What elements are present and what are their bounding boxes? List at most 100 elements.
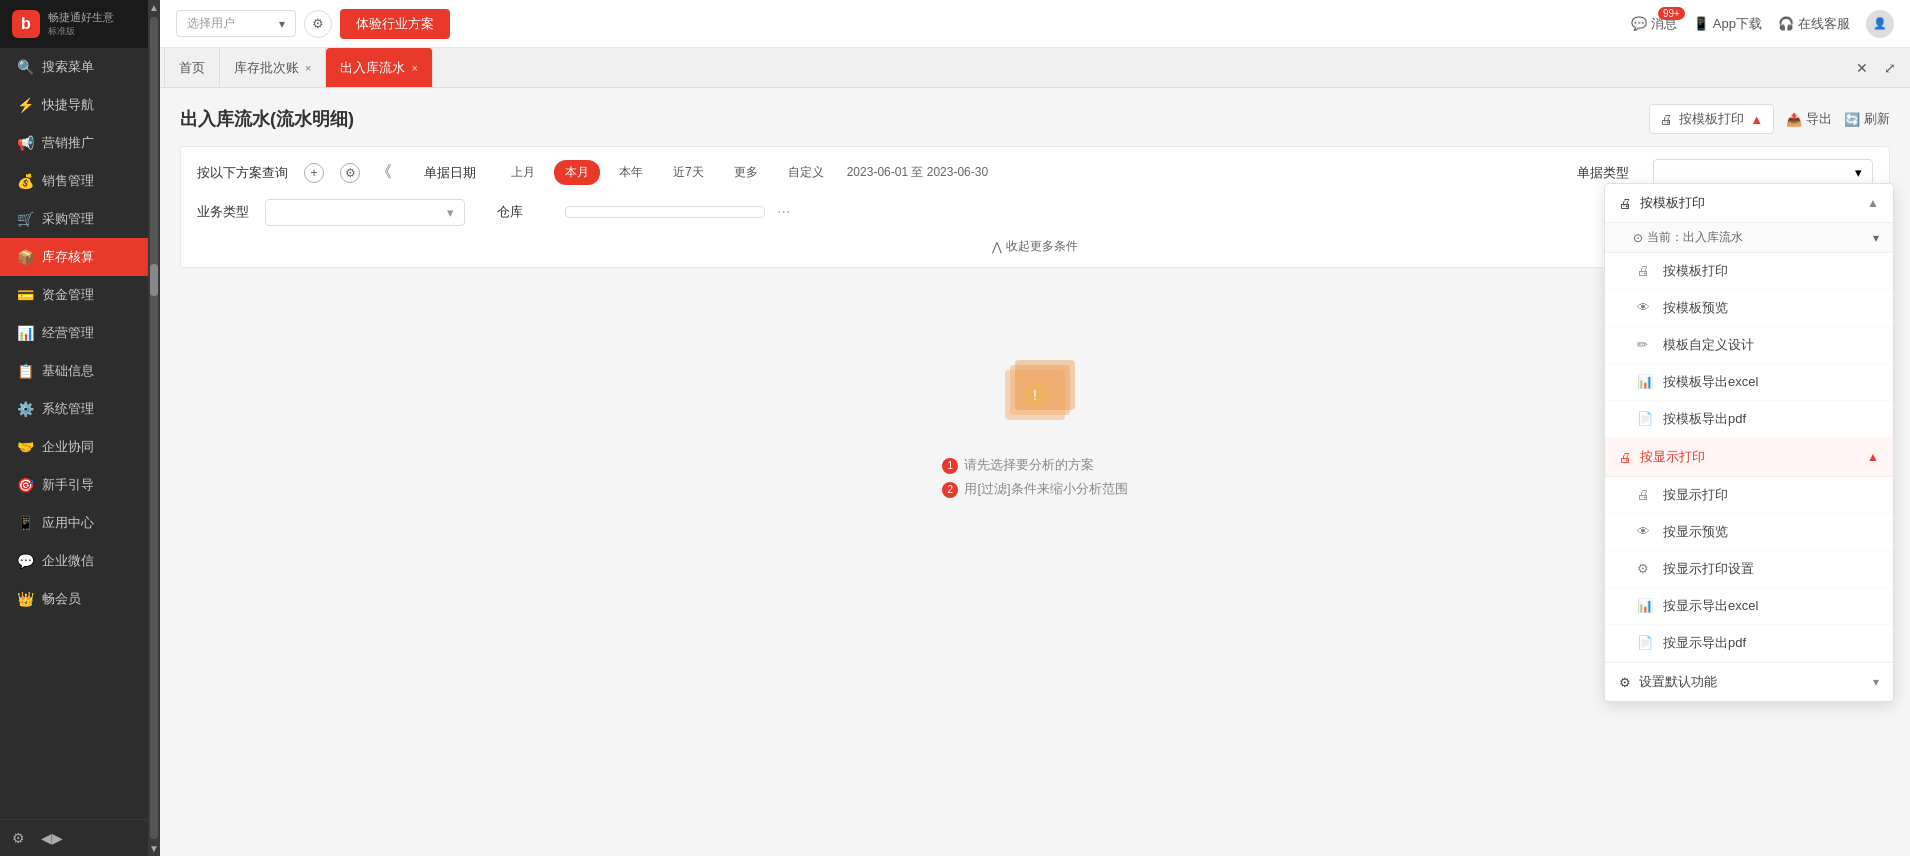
sidebar-item-cooperation[interactable]: 🤝 企业协同: [0, 428, 148, 466]
user-selector[interactable]: 选择用户 ▾: [176, 10, 296, 37]
sidebar-item-search[interactable]: 🔍 搜索菜单: [0, 48, 148, 86]
doc-type-selector[interactable]: ▾: [1653, 159, 1873, 186]
sidebar-item-quick-nav[interactable]: ⚡ 快捷导航: [0, 86, 148, 124]
display-print-section-header[interactable]: 🖨 按显示打印 ▲: [1605, 438, 1893, 477]
topbar-gear-button[interactable]: ⚙: [304, 10, 332, 38]
sidebar-item-member[interactable]: 👑 畅会员: [0, 580, 148, 618]
sidebar-item-finance[interactable]: 💳 资金管理: [0, 276, 148, 314]
sidebar-item-apps[interactable]: 📱 应用中心: [0, 504, 148, 542]
export-icon: 📤: [1786, 112, 1802, 127]
quick-nav-icon: ⚡: [16, 97, 34, 113]
tab-batch-account-close[interactable]: ×: [305, 62, 311, 74]
empty-tip-2: 用[过滤]条件来缩小分析范围: [942, 480, 1127, 498]
tab-home[interactable]: 首页: [164, 48, 220, 87]
dropdown-display-export-pdf[interactable]: 📄 按显示导出pdf: [1605, 625, 1893, 662]
main-area: 选择用户 ▾ ⚙ 体验行业方案 💬 消息 99+ 📱 App下载 🎧 在线客服: [160, 0, 1910, 856]
filter-add-button[interactable]: +: [304, 163, 324, 183]
dropdown-set-default-button[interactable]: ⚙ 设置默认功能 ▾: [1605, 662, 1893, 701]
inventory-icon: 📦: [16, 249, 34, 265]
sidebar-item-guide[interactable]: 🎯 新手引导: [0, 466, 148, 504]
filter-setting-button[interactable]: ⚙: [340, 163, 360, 183]
cooperation-icon: 🤝: [16, 439, 34, 455]
refresh-button[interactable]: 🔄 刷新: [1844, 110, 1890, 128]
gear-icon: ⚙: [312, 16, 324, 31]
date-year[interactable]: 本年: [608, 160, 654, 185]
sales-icon: 💰: [16, 173, 34, 189]
topbar-right: 💬 消息 99+ 📱 App下载 🎧 在线客服 👤: [1631, 10, 1894, 38]
sidebar-item-operation[interactable]: 📊 经营管理: [0, 314, 148, 352]
dropdown-display-export-excel[interactable]: 📊 按显示导出excel: [1605, 588, 1893, 625]
tab-in-out-flow[interactable]: 出入库流水 ×: [326, 48, 432, 87]
display-section-chevron: ▲: [1867, 450, 1879, 464]
tab-close-button[interactable]: ✕: [1850, 56, 1874, 80]
sidebar-item-sales[interactable]: 💰 销售管理: [0, 162, 148, 200]
sidebar-scrollbar[interactable]: ▲ ▼: [148, 0, 160, 856]
sidebar-item-marketing[interactable]: 📢 营销推广: [0, 124, 148, 162]
date-prev-month[interactable]: 上月: [500, 160, 546, 185]
date-cur-month[interactable]: 本月: [554, 160, 600, 185]
tabs-right-controls: ✕ ⤢: [1850, 48, 1906, 87]
current-dot: ⊙: [1633, 231, 1643, 245]
tab-in-out-flow-close[interactable]: ×: [411, 62, 417, 74]
warehouse-dots[interactable]: ···: [773, 203, 794, 221]
printer-icon: 🖨: [1660, 112, 1673, 127]
pdf-item-icon: 📄: [1637, 411, 1653, 427]
warehouse-selector[interactable]: [565, 206, 765, 218]
tab-batch-account[interactable]: 库存批次账 ×: [220, 48, 326, 87]
settings-bottom-icon[interactable]: ⚙: [12, 830, 25, 846]
scroll-thumb[interactable]: [150, 264, 158, 296]
app-download-button[interactable]: 📱 App下载: [1693, 15, 1762, 33]
set-default-icon: ⚙: [1619, 675, 1631, 690]
customer-service-button[interactable]: 🎧 在线客服: [1778, 15, 1850, 33]
dropdown-template-custom[interactable]: ✏ 模板自定义设计: [1605, 327, 1893, 364]
empty-icon: !: [985, 340, 1085, 440]
dropdown-display-print-settings[interactable]: ⚙ 按显示打印设置: [1605, 551, 1893, 588]
custom-item-icon: ✏: [1637, 337, 1653, 353]
sidebar-logo: b 畅捷通好生意 标准版: [0, 0, 148, 48]
biz-type-selector[interactable]: ▾: [265, 199, 465, 226]
date-more[interactable]: 更多: [723, 160, 769, 185]
export-button[interactable]: 📤 导出: [1786, 110, 1832, 128]
page-content: 出入库流水(流水明细) 🖨 按模板打印 ▲ 📤 导出 🔄 刷新: [160, 88, 1910, 856]
footer-chevron: ▾: [1873, 675, 1879, 689]
sidebar-item-system[interactable]: ⚙️ 系统管理: [0, 390, 148, 428]
svg-text:!: !: [1033, 387, 1037, 403]
collapse-up-icon: ⋀: [992, 240, 1002, 254]
filter-collapse-button[interactable]: 《: [376, 162, 392, 183]
date-custom[interactable]: 自定义: [777, 160, 835, 185]
message-icon: 💬: [1631, 16, 1647, 31]
date-filter-options: 上月 本月 本年 近7天 更多 自定义 2023-06-01 至 2023-06…: [500, 160, 988, 185]
sidebar-item-wechat[interactable]: 💬 企业微信: [0, 542, 148, 580]
dropdown-display-print[interactable]: 🖨 按显示打印: [1605, 477, 1893, 514]
dropdown-template-export-pdf[interactable]: 📄 按模板导出pdf: [1605, 401, 1893, 438]
sidebar-item-purchase[interactable]: 🛒 采购管理: [0, 200, 148, 238]
display-preview-icon: 👁: [1637, 524, 1653, 540]
industry-solution-button[interactable]: 体验行业方案: [340, 9, 450, 39]
dropdown-template-export-excel[interactable]: 📊 按模板导出excel: [1605, 364, 1893, 401]
dropdown-display-preview[interactable]: 👁 按显示预览: [1605, 514, 1893, 551]
app-download-icon: 📱: [1693, 16, 1709, 31]
warehouse-label: 仓库: [497, 203, 557, 221]
page-actions: 🖨 按模板打印 ▲ 📤 导出 🔄 刷新: [1649, 104, 1890, 134]
template-print-button[interactable]: 🖨 按模板打印 ▲: [1649, 104, 1774, 134]
scroll-down-arrow[interactable]: ▼: [149, 843, 159, 854]
tab-maximize-button[interactable]: ⤢: [1878, 56, 1902, 80]
tabs-bar: 首页 库存批次账 × 出入库流水 × ✕ ⤢: [160, 48, 1910, 88]
user-avatar[interactable]: 👤: [1866, 10, 1894, 38]
toggle-sidebar-icon[interactable]: ◀▶: [41, 830, 63, 846]
sidebar-item-inventory[interactable]: 📦 库存核算: [0, 238, 148, 276]
logo-badge: 标准版: [48, 25, 114, 38]
scroll-up-arrow[interactable]: ▲: [149, 2, 159, 13]
message-button[interactable]: 💬 消息 99+: [1631, 15, 1677, 33]
doc-type-label: 单据类型: [1577, 164, 1637, 182]
date-7days[interactable]: 近7天: [662, 160, 715, 185]
print-item-icon: 🖨: [1637, 263, 1653, 279]
dropdown-template-preview[interactable]: 👁 按模板预览: [1605, 290, 1893, 327]
sidebar-item-basic[interactable]: 📋 基础信息: [0, 352, 148, 390]
guide-icon: 🎯: [16, 477, 34, 493]
marketing-icon: 📢: [16, 135, 34, 151]
dropdown-template-print[interactable]: 🖨 按模板打印: [1605, 253, 1893, 290]
template-print-section-header[interactable]: 🖨 按模板打印 ▲: [1605, 184, 1893, 223]
user-selector-chevron: ▾: [279, 17, 285, 31]
wechat-icon: 💬: [16, 553, 34, 569]
